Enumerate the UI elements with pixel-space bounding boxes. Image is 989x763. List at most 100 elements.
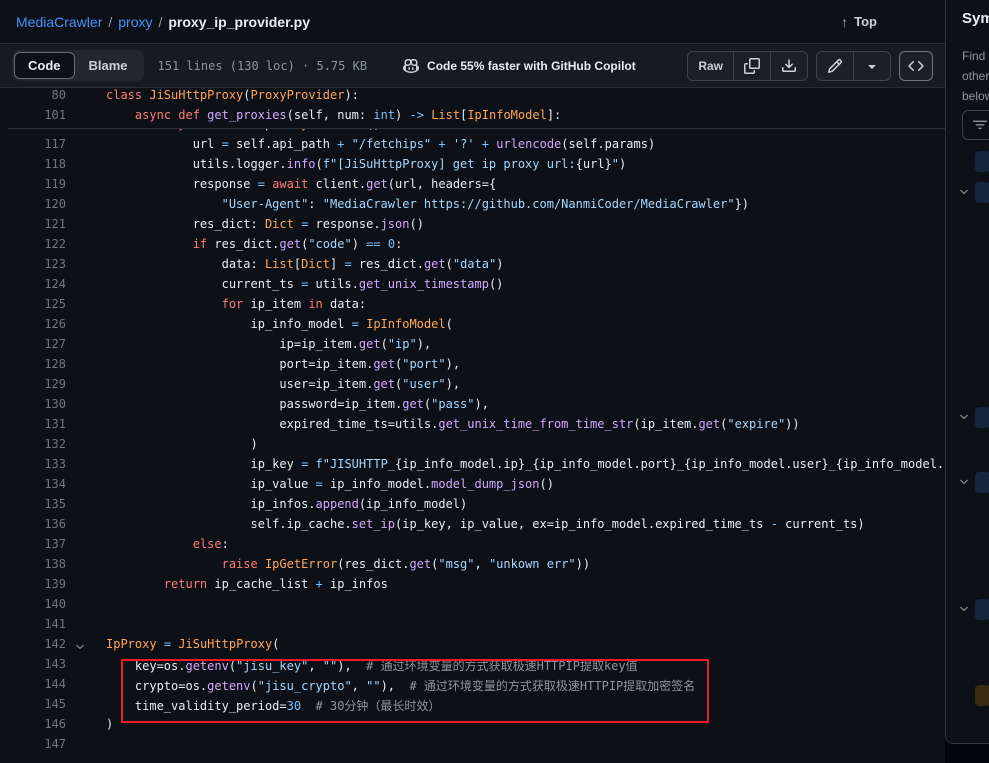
code-text: user=ip_item.get("user"), xyxy=(94,377,460,397)
line-number[interactable]: 138 xyxy=(8,557,66,577)
line-number[interactable]: 121 xyxy=(8,217,66,237)
code-line: 140 xyxy=(8,597,945,617)
symbols-toggle-button[interactable] xyxy=(899,51,933,81)
symbol-pill[interactable] xyxy=(975,685,989,706)
chevron-slot xyxy=(66,557,94,577)
breadcrumb-repo-link[interactable]: MediaCrawler xyxy=(16,14,102,30)
line-number[interactable]: 122 xyxy=(8,237,66,257)
symbol-pill[interactable] xyxy=(975,151,989,172)
line-number[interactable]: 140 xyxy=(8,597,66,617)
code-text: expired_time_ts=utils.get_unix_time_from… xyxy=(94,417,800,437)
tab-blame[interactable]: Blame xyxy=(75,52,142,79)
line-number[interactable]: 134 xyxy=(8,477,66,497)
line-number[interactable]: 144 xyxy=(8,677,66,697)
code-line: 146) xyxy=(8,717,945,737)
edit-dropdown-button[interactable] xyxy=(853,52,890,80)
raw-label: Raw xyxy=(698,59,723,73)
line-number[interactable]: 142 xyxy=(8,637,66,657)
line-number[interactable]: 135 xyxy=(8,497,66,517)
line-number[interactable]: 120 xyxy=(8,197,66,217)
chevron-down-icon[interactable] xyxy=(956,409,972,425)
app-root: MediaCrawler/proxy/proxy_ip_provider.py … xyxy=(0,0,989,763)
line-number[interactable]: 131 xyxy=(8,417,66,437)
line-number[interactable]: 123 xyxy=(8,257,66,277)
line-number[interactable]: 101 xyxy=(8,108,66,128)
copilot-banner[interactable]: Code 55% faster with GitHub Copilot xyxy=(403,58,636,74)
chevron-down-icon[interactable] xyxy=(956,601,972,617)
line-number[interactable]: 119 xyxy=(8,177,66,197)
code-line: 80class JiSuHttpProxy(ProxyProvider): xyxy=(8,88,945,108)
chevron-down-icon[interactable] xyxy=(956,184,972,200)
chevron-slot xyxy=(66,517,94,537)
raw-button-group: Raw xyxy=(687,51,808,81)
code-line: 127 ip=ip_item.get("ip"), xyxy=(8,337,945,357)
code-text: raise IpGetError(res_dict.get("msg", "un… xyxy=(94,557,590,577)
breadcrumb-separator: / xyxy=(102,14,118,30)
code-line: 130 password=ip_item.get("pass"), xyxy=(8,397,945,417)
line-number[interactable]: 130 xyxy=(8,397,66,417)
line-number[interactable]: 136 xyxy=(8,517,66,537)
chevron-slot xyxy=(66,197,94,217)
code-line: 136 self.ip_cache.set_ip(ip_key, ip_valu… xyxy=(8,517,945,537)
raw-button[interactable]: Raw xyxy=(688,52,733,80)
line-number[interactable]: 145 xyxy=(8,697,66,717)
line-number[interactable]: 132 xyxy=(8,437,66,457)
code-text: if res_dict.get("code") == 0: xyxy=(94,237,402,257)
line-number[interactable]: 128 xyxy=(8,357,66,377)
line-number[interactable]: 139 xyxy=(8,577,66,597)
code-text: password=ip_item.get("pass"), xyxy=(94,397,489,417)
symbol-pill[interactable] xyxy=(975,599,989,620)
chevron-slot xyxy=(66,257,94,277)
code-line: 139 return ip_cache_list + ip_infos xyxy=(8,577,945,597)
chevron-slot xyxy=(66,697,94,717)
line-number[interactable]: 133 xyxy=(8,457,66,477)
copy-button[interactable] xyxy=(733,52,770,80)
line-number[interactable]: 143 xyxy=(8,657,66,677)
code-line: 129 user=ip_item.get("user"), xyxy=(8,377,945,397)
chevron-slot xyxy=(66,108,94,128)
symbol-item xyxy=(956,598,989,620)
line-number[interactable]: 129 xyxy=(8,377,66,397)
symbol-pill[interactable] xyxy=(975,407,989,428)
symbol-pill[interactable] xyxy=(975,182,989,203)
symbol-pill[interactable] xyxy=(975,472,989,493)
collapse-chevron-icon[interactable] xyxy=(66,637,94,657)
line-number[interactable]: 147 xyxy=(8,737,66,757)
line-number[interactable]: 137 xyxy=(8,537,66,557)
line-number[interactable]: 146 xyxy=(8,717,66,737)
edit-button[interactable] xyxy=(817,52,853,80)
symbol-item xyxy=(956,181,989,203)
line-number[interactable]: 126 xyxy=(8,317,66,337)
symbol-item xyxy=(956,471,989,493)
back-to-top-link[interactable]: ↑ Top xyxy=(841,14,929,30)
download-button[interactable] xyxy=(770,52,807,80)
chevron-slot xyxy=(66,317,94,337)
line-number[interactable]: 117 xyxy=(8,137,66,157)
code-text: "User-Agent": "MediaCrawler https://gith… xyxy=(94,197,749,217)
chevron-spacer xyxy=(956,153,972,169)
code-lines: 116 async with httpx.AsyncClient() as cl… xyxy=(8,88,945,757)
line-number[interactable]: 124 xyxy=(8,277,66,297)
filter-icon xyxy=(973,118,987,132)
code-text: key=os.getenv("jisu_key", ""), # 通过环境变量的… xyxy=(94,657,638,677)
code-text: ip_infos.append(ip_info_model) xyxy=(94,497,467,517)
line-number[interactable]: 80 xyxy=(8,88,66,108)
tab-code[interactable]: Code xyxy=(14,52,75,79)
code-text: current_ts = utils.get_unix_timestamp() xyxy=(94,277,503,297)
breadcrumb-folder-link[interactable]: proxy xyxy=(118,14,152,30)
chevron-down-icon[interactable] xyxy=(956,474,972,490)
line-number[interactable]: 141 xyxy=(8,617,66,637)
copy-icon xyxy=(744,58,760,74)
code-line: 118 utils.logger.info(f"[JiSuHttpProxy] … xyxy=(8,157,945,177)
chevron-slot xyxy=(66,377,94,397)
code-text xyxy=(94,597,106,617)
code-text: for ip_item in data: xyxy=(94,297,366,317)
code-line: 128 port=ip_item.get("port"), xyxy=(8,357,945,377)
breadcrumb-file-name: proxy_ip_provider.py xyxy=(168,14,310,30)
code-line: 101 async def get_proxies(self, num: int… xyxy=(8,108,945,128)
symbols-filter-input[interactable] xyxy=(962,110,989,140)
chevron-slot xyxy=(66,597,94,617)
line-number[interactable]: 118 xyxy=(8,157,66,177)
line-number[interactable]: 127 xyxy=(8,337,66,357)
line-number[interactable]: 125 xyxy=(8,297,66,317)
